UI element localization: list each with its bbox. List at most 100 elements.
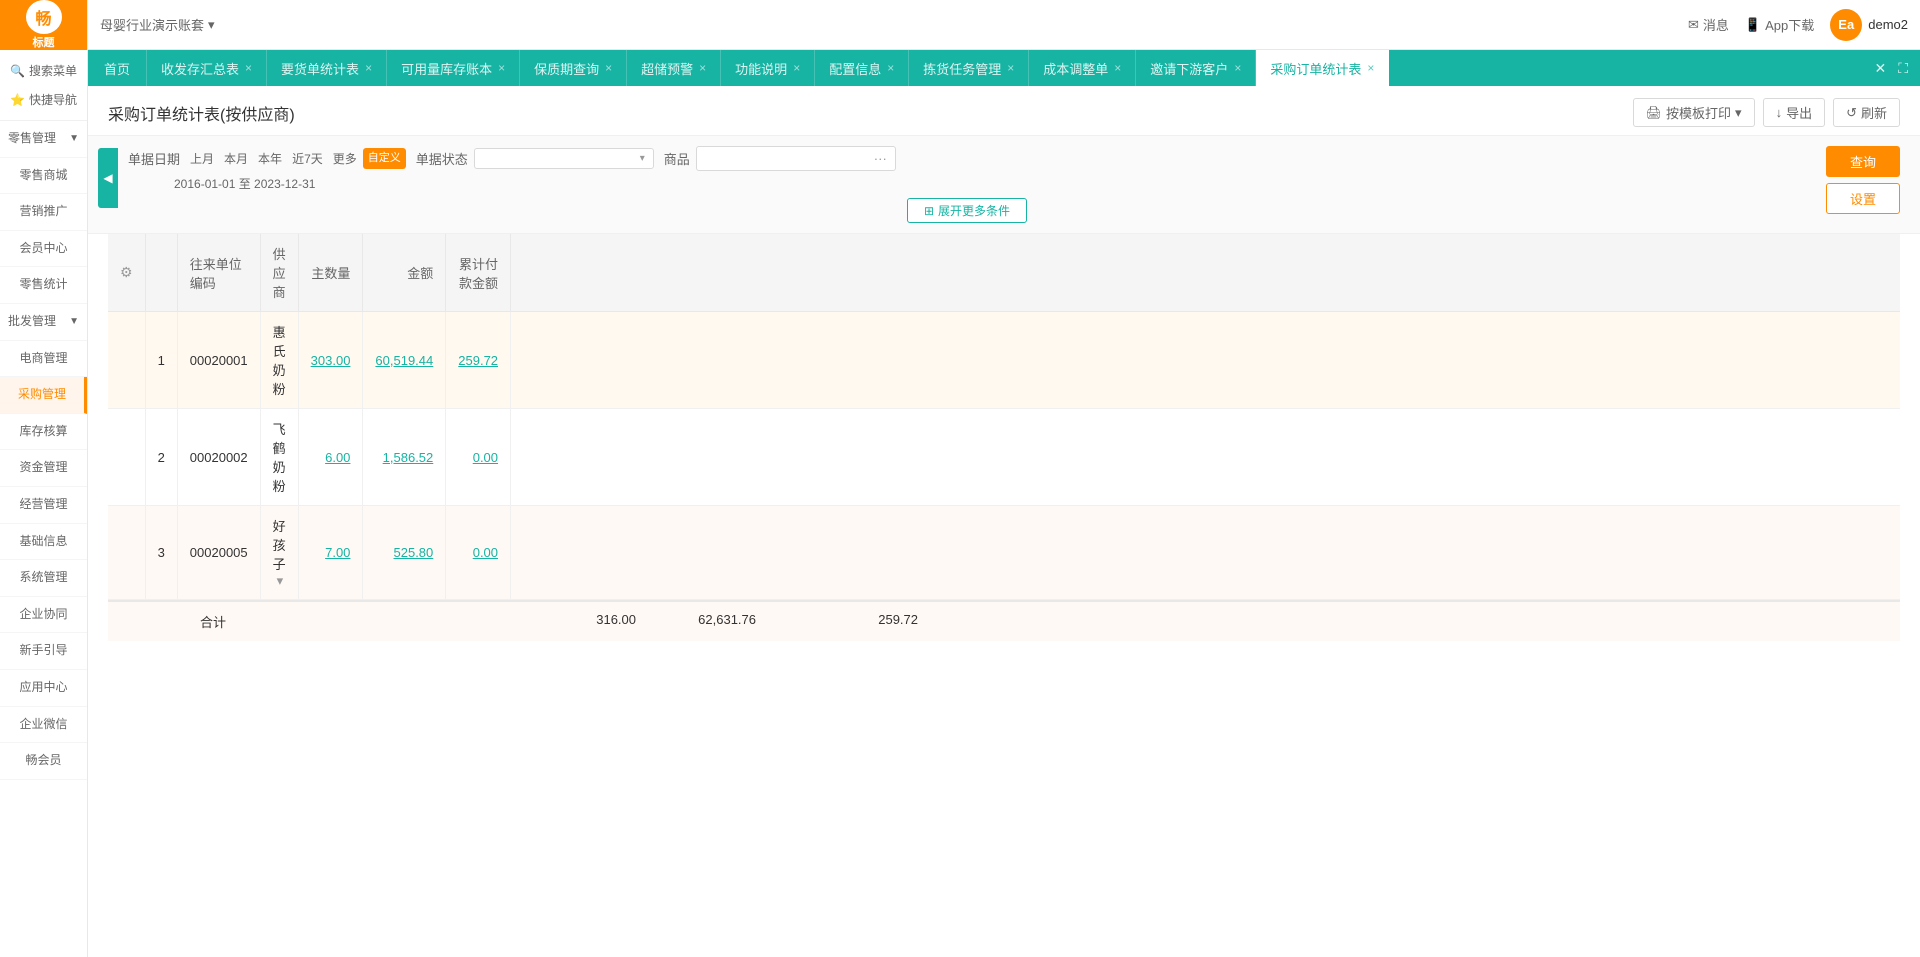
tab-close-all-icon[interactable]: ✕ bbox=[1870, 58, 1890, 79]
tab-yaoqing-close-icon[interactable]: × bbox=[1234, 61, 1241, 75]
tab-caigou-close-icon[interactable]: × bbox=[1367, 61, 1374, 75]
message-button[interactable]: ✉ 消息 bbox=[1688, 15, 1729, 34]
tab-yaohuo[interactable]: 要货单统计表 × bbox=[267, 50, 387, 86]
tabbar-controls: ✕ ⛶ bbox=[1862, 58, 1920, 79]
tab-gongneng-close-icon[interactable]: × bbox=[793, 61, 800, 75]
tab-chaochu-close-icon[interactable]: × bbox=[699, 61, 706, 75]
tab-maximize-icon[interactable]: ⛶ bbox=[1894, 58, 1912, 79]
workspace-selector[interactable]: 母婴行业演示账套 ▾ bbox=[100, 15, 215, 34]
date-last-month[interactable]: 上月 bbox=[186, 148, 218, 169]
row3-qty-cell[interactable]: 7.00 bbox=[298, 506, 363, 600]
row3-amount-cell[interactable]: 525.80 bbox=[363, 506, 446, 600]
date-this-year[interactable]: 本年 bbox=[254, 148, 286, 169]
date-more[interactable]: 更多 bbox=[329, 148, 361, 169]
product-input[interactable]: ··· bbox=[696, 146, 896, 171]
sidebar-item-enterprise[interactable]: 企业协同 bbox=[0, 597, 87, 634]
sidebar-item-wechat-label: 企业微信 bbox=[19, 717, 67, 733]
column-settings-icon[interactable]: ⚙ bbox=[120, 264, 133, 280]
sidebar-item-purchase[interactable]: 采购管理 bbox=[0, 377, 87, 414]
refresh-icon: ↺ bbox=[1846, 105, 1857, 121]
tab-shofahu[interactable]: 收发存汇总表 × bbox=[147, 50, 267, 86]
settings-button[interactable]: 设置 bbox=[1826, 183, 1900, 214]
table-row[interactable]: 3 00020005 好孩子▾ 7.00 525.80 0.00 bbox=[108, 506, 1900, 600]
sidebar-item-batch[interactable]: 批发管理 ▼ bbox=[0, 304, 87, 341]
sidebar-item-retail-mall[interactable]: 零售商城 bbox=[0, 158, 87, 195]
table-row[interactable]: 2 00020002 飞鹤奶粉 6.00 1,586.52 0.00 bbox=[108, 409, 1900, 506]
sidebar-item-retail[interactable]: 零售管理 ▼ bbox=[0, 121, 87, 158]
row1-qty-cell[interactable]: 303.00 bbox=[298, 312, 363, 409]
tab-chaochu-label: 超储预警 bbox=[641, 59, 693, 78]
tab-home[interactable]: 首页 bbox=[88, 50, 147, 86]
tab-yaoqing[interactable]: 邀请下游客户 × bbox=[1136, 50, 1256, 86]
date-7-days[interactable]: 近7天 bbox=[288, 148, 327, 169]
export-label: 导出 bbox=[1786, 103, 1812, 122]
status-select[interactable]: ▾ bbox=[474, 148, 654, 169]
tab-baozhiqi-close-icon[interactable]: × bbox=[605, 61, 612, 75]
date-this-month[interactable]: 本月 bbox=[220, 148, 252, 169]
sidebar-item-inventory[interactable]: 库存核算 bbox=[0, 414, 87, 451]
row2-qty-cell[interactable]: 6.00 bbox=[298, 409, 363, 506]
filter-fields: 单据日期 上月 本月 本年 近7天 更多 自定义 单据状态 bbox=[118, 146, 1816, 223]
tab-chengben[interactable]: 成本调整单 × bbox=[1029, 50, 1136, 86]
expand-filter-button[interactable]: ⊞ 展开更多条件 bbox=[907, 198, 1027, 223]
row3-expand-icon[interactable]: ▾ bbox=[277, 573, 284, 588]
sidebar-item-enterprise-label: 企业协同 bbox=[19, 607, 67, 623]
sidebar-item-vip[interactable]: 畅会员 bbox=[0, 743, 87, 780]
tab-zhihuo[interactable]: 拣货任务管理 × bbox=[909, 50, 1029, 86]
filter-area: ◀ 单据日期 上月 本月 本年 近7天 更多 自定义 bbox=[88, 136, 1920, 234]
tab-chaochu[interactable]: 超储预警 × bbox=[627, 50, 721, 86]
tab-zhihuo-close-icon[interactable]: × bbox=[1007, 61, 1014, 75]
status-select-arrow-icon: ▾ bbox=[640, 153, 645, 164]
tab-chengben-close-icon[interactable]: × bbox=[1114, 61, 1121, 75]
sidebar-item-operation[interactable]: 经营管理 bbox=[0, 487, 87, 524]
tab-peizhi[interactable]: 配置信息 × bbox=[815, 50, 909, 86]
row2-paid-cell[interactable]: 0.00 bbox=[446, 409, 511, 506]
query-button[interactable]: 查询 bbox=[1826, 146, 1900, 177]
sidebar-item-newbie[interactable]: 新手引导 bbox=[0, 633, 87, 670]
tab-keyong-close-icon[interactable]: × bbox=[498, 61, 505, 75]
tab-gongneng[interactable]: 功能说明 × bbox=[721, 50, 815, 86]
retail-arrow-icon: ▼ bbox=[69, 132, 79, 145]
tab-caigou[interactable]: 采购订单统计表 × bbox=[1256, 50, 1389, 86]
sidebar-search-section: 🔍 搜索菜单 ⭐ 快捷导航 bbox=[0, 50, 87, 121]
tab-peizhi-close-icon[interactable]: × bbox=[887, 61, 894, 75]
tab-baozhiqi[interactable]: 保质期查询 × bbox=[520, 50, 627, 86]
date-custom-badge[interactable]: 自定义 bbox=[363, 148, 406, 169]
product-filter: 商品 ··· bbox=[664, 146, 896, 171]
shortcut-nav-item[interactable]: ⭐ 快捷导航 bbox=[6, 87, 81, 112]
row2-amount-cell[interactable]: 1,586.52 bbox=[363, 409, 446, 506]
tab-yaohuo-close-icon[interactable]: × bbox=[365, 61, 372, 75]
col-paid-header: 累计付款金额 bbox=[446, 234, 511, 312]
search-menu-item[interactable]: 🔍 搜索菜单 bbox=[6, 58, 81, 83]
sidebar-item-member[interactable]: 会员中心 bbox=[0, 231, 87, 268]
row1-paid-cell[interactable]: 259.72 bbox=[446, 312, 511, 409]
sidebar-item-marketing[interactable]: 营销推广 bbox=[0, 194, 87, 231]
row1-amount-cell[interactable]: 60,519.44 bbox=[363, 312, 446, 409]
date-range-row: 2016-01-01 至 2023-12-31 bbox=[128, 175, 1806, 192]
tab-yaoqing-label: 邀请下游客户 bbox=[1150, 59, 1228, 78]
row3-paid-cell[interactable]: 0.00 bbox=[446, 506, 511, 600]
user-menu[interactable]: Ea demo2 bbox=[1830, 9, 1908, 41]
sidebar-item-ecommerce-label: 电商管理 bbox=[19, 351, 67, 367]
row1-index-cell: 1 bbox=[145, 312, 177, 409]
tab-keyong[interactable]: 可用量库存账本 × bbox=[387, 50, 520, 86]
sidebar-item-appstore[interactable]: 应用中心 bbox=[0, 670, 87, 707]
print-button[interactable]: 🖨 按模板打印 ▾ bbox=[1633, 98, 1755, 127]
export-button[interactable]: ↓ 导出 bbox=[1763, 98, 1826, 127]
sidebar-item-system[interactable]: 系统管理 bbox=[0, 560, 87, 597]
page-content: 采购订单统计表(按供应商) 🖨 按模板打印 ▾ ↓ 导出 ↺ 刷新 ◀ bbox=[88, 86, 1920, 957]
row2-settings-cell bbox=[108, 409, 145, 506]
sidebar-item-ecommerce[interactable]: 电商管理 bbox=[0, 341, 87, 378]
table-row[interactable]: 1 00020001 惠氏奶粉 303.00 60,519.44 259.72 bbox=[108, 312, 1900, 409]
sidebar-item-basic[interactable]: 基础信息 bbox=[0, 524, 87, 561]
refresh-button[interactable]: ↺ 刷新 bbox=[1833, 98, 1900, 127]
collapse-filter-button[interactable]: ◀ bbox=[98, 148, 118, 208]
tab-shofahu-close-icon[interactable]: × bbox=[245, 61, 252, 75]
tab-shofahu-label: 收发存汇总表 bbox=[161, 59, 239, 78]
sidebar-item-retail-label: 零售管理 bbox=[8, 131, 56, 147]
sidebar-item-wechat[interactable]: 企业微信 bbox=[0, 707, 87, 744]
col-extra-header bbox=[511, 234, 1900, 312]
app-download-button[interactable]: 📱 App下载 bbox=[1745, 15, 1814, 34]
sidebar-item-retail-stats[interactable]: 零售统计 bbox=[0, 267, 87, 304]
sidebar-item-finance[interactable]: 资金管理 bbox=[0, 450, 87, 487]
